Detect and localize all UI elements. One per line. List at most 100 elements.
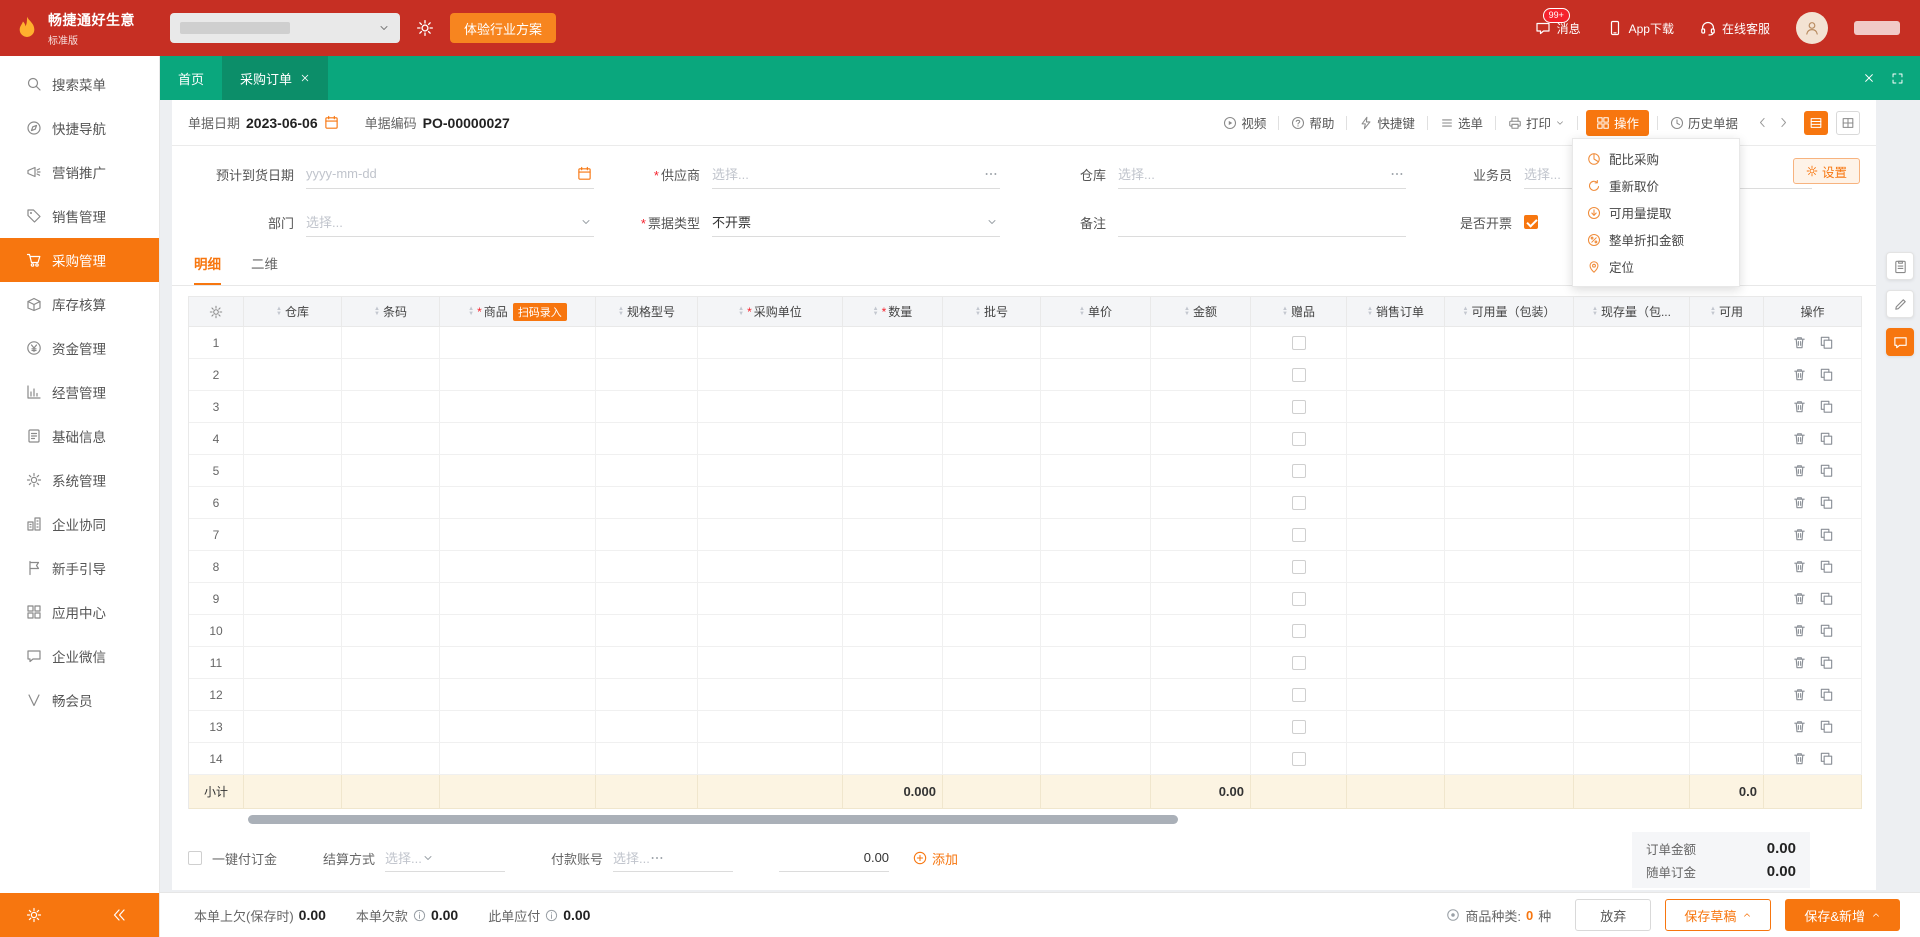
cell[interactable] bbox=[943, 519, 1041, 551]
cell[interactable] bbox=[843, 711, 943, 743]
cell[interactable] bbox=[1347, 711, 1445, 743]
delete-row-icon[interactable] bbox=[1792, 687, 1807, 702]
cell[interactable] bbox=[1347, 455, 1445, 487]
cell[interactable] bbox=[1574, 679, 1690, 711]
cell[interactable] bbox=[1041, 615, 1151, 647]
cell[interactable] bbox=[440, 743, 596, 775]
cell[interactable] bbox=[596, 583, 698, 615]
col-header-销售订单[interactable]: ▲ ▼ 销售订单 bbox=[1347, 297, 1445, 327]
cell[interactable] bbox=[1574, 359, 1690, 391]
supplier-select[interactable]: 选择... bbox=[712, 159, 1000, 189]
cell[interactable] bbox=[596, 519, 698, 551]
cell[interactable] bbox=[244, 455, 342, 487]
cell[interactable] bbox=[342, 679, 440, 711]
cell[interactable] bbox=[943, 583, 1041, 615]
prev-record-icon[interactable] bbox=[1756, 116, 1769, 129]
cell[interactable] bbox=[698, 711, 843, 743]
cell[interactable] bbox=[1347, 647, 1445, 679]
cell[interactable] bbox=[1445, 583, 1574, 615]
tab-detail[interactable]: 明细 bbox=[194, 253, 221, 285]
cell[interactable] bbox=[440, 455, 596, 487]
grid-view-toggle[interactable] bbox=[1836, 110, 1860, 135]
cell[interactable] bbox=[698, 615, 843, 647]
cell[interactable] bbox=[1574, 487, 1690, 519]
cell[interactable] bbox=[1445, 455, 1574, 487]
sidebar-item-10[interactable]: 系统管理 bbox=[0, 458, 159, 502]
cell[interactable] bbox=[1151, 583, 1251, 615]
scrollbar-thumb[interactable] bbox=[248, 815, 1178, 824]
gift-checkbox[interactable] bbox=[1291, 623, 1306, 638]
col-header-条码[interactable]: ▲ ▼ 条码 bbox=[342, 297, 440, 327]
cell[interactable] bbox=[440, 327, 596, 359]
online-service-button[interactable]: 在线客服 bbox=[1700, 20, 1770, 37]
save-draft-button[interactable]: 保存草稿 bbox=[1665, 899, 1772, 931]
cell[interactable] bbox=[1445, 391, 1574, 423]
float-report-button[interactable] bbox=[1886, 252, 1914, 280]
cell[interactable] bbox=[1690, 391, 1764, 423]
add-payment-button[interactable]: 添加 bbox=[913, 849, 958, 868]
float-edit-button[interactable] bbox=[1886, 290, 1914, 318]
cell[interactable] bbox=[244, 647, 342, 679]
cell[interactable] bbox=[1690, 519, 1764, 551]
cell[interactable] bbox=[1151, 711, 1251, 743]
cell[interactable] bbox=[342, 615, 440, 647]
cell[interactable] bbox=[1445, 743, 1574, 775]
column-settings-icon[interactable] bbox=[209, 305, 223, 319]
cell[interactable] bbox=[698, 327, 843, 359]
col-header-金额[interactable]: ▲ ▼ 金额 bbox=[1151, 297, 1251, 327]
cell[interactable] bbox=[1574, 551, 1690, 583]
delete-row-icon[interactable] bbox=[1792, 655, 1807, 670]
sort-icon[interactable]: ▲ ▼ bbox=[618, 306, 624, 317]
copy-row-icon[interactable] bbox=[1819, 367, 1834, 382]
sidebar-item-8[interactable]: 经营管理 bbox=[0, 370, 159, 414]
gift-checkbox[interactable] bbox=[1291, 399, 1306, 414]
tab-2d[interactable]: 二维 bbox=[251, 253, 278, 285]
cell[interactable] bbox=[342, 359, 440, 391]
doc-date-value[interactable]: 2023-06-06 bbox=[246, 115, 318, 131]
menu-item-整单折扣金额[interactable]: 整单折扣金额 bbox=[1573, 226, 1739, 253]
copy-row-icon[interactable] bbox=[1819, 623, 1834, 638]
cell[interactable] bbox=[1690, 679, 1764, 711]
cell[interactable] bbox=[596, 487, 698, 519]
cell[interactable] bbox=[843, 679, 943, 711]
cell[interactable] bbox=[596, 359, 698, 391]
cell[interactable] bbox=[1041, 423, 1151, 455]
cell[interactable] bbox=[1151, 743, 1251, 775]
col-header-批号[interactable]: ▲ ▼ 批号 bbox=[943, 297, 1041, 327]
remark-input[interactable] bbox=[1118, 207, 1406, 237]
cell[interactable] bbox=[596, 711, 698, 743]
cell[interactable] bbox=[943, 615, 1041, 647]
cell[interactable] bbox=[698, 551, 843, 583]
cell[interactable] bbox=[943, 423, 1041, 455]
tab-close-icon[interactable] bbox=[300, 73, 310, 83]
cell[interactable] bbox=[596, 743, 698, 775]
cell[interactable] bbox=[1445, 711, 1574, 743]
cell[interactable] bbox=[943, 487, 1041, 519]
sidebar-item-12[interactable]: 新手引导 bbox=[0, 546, 159, 590]
org-select[interactable] bbox=[170, 13, 400, 43]
sort-icon[interactable]: ▲ ▼ bbox=[468, 306, 474, 317]
cell[interactable] bbox=[1690, 359, 1764, 391]
cell[interactable] bbox=[342, 711, 440, 743]
cell[interactable] bbox=[596, 615, 698, 647]
cell[interactable] bbox=[1445, 519, 1574, 551]
sidebar-item-1[interactable]: 搜索菜单 bbox=[0, 62, 159, 106]
cell[interactable] bbox=[1041, 743, 1151, 775]
cell[interactable] bbox=[1347, 615, 1445, 647]
sidebar-item-5[interactable]: 采购管理 bbox=[0, 238, 159, 282]
cell[interactable] bbox=[1574, 743, 1690, 775]
cell[interactable] bbox=[1574, 327, 1690, 359]
cell[interactable] bbox=[596, 551, 698, 583]
delete-row-icon[interactable] bbox=[1792, 719, 1807, 734]
cell[interactable] bbox=[440, 711, 596, 743]
delete-row-icon[interactable] bbox=[1792, 495, 1807, 510]
close-all-tabs-icon[interactable] bbox=[1863, 72, 1875, 84]
trial-button[interactable]: 体验行业方案 bbox=[450, 13, 557, 43]
cell[interactable] bbox=[1574, 647, 1690, 679]
cell[interactable] bbox=[342, 391, 440, 423]
sidebar-item-4[interactable]: 销售管理 bbox=[0, 194, 159, 238]
menu-item-重新取价[interactable]: 重新取价 bbox=[1573, 172, 1739, 199]
cell[interactable] bbox=[1347, 743, 1445, 775]
sidebar-item-9[interactable]: 基础信息 bbox=[0, 414, 159, 458]
cell[interactable] bbox=[843, 327, 943, 359]
